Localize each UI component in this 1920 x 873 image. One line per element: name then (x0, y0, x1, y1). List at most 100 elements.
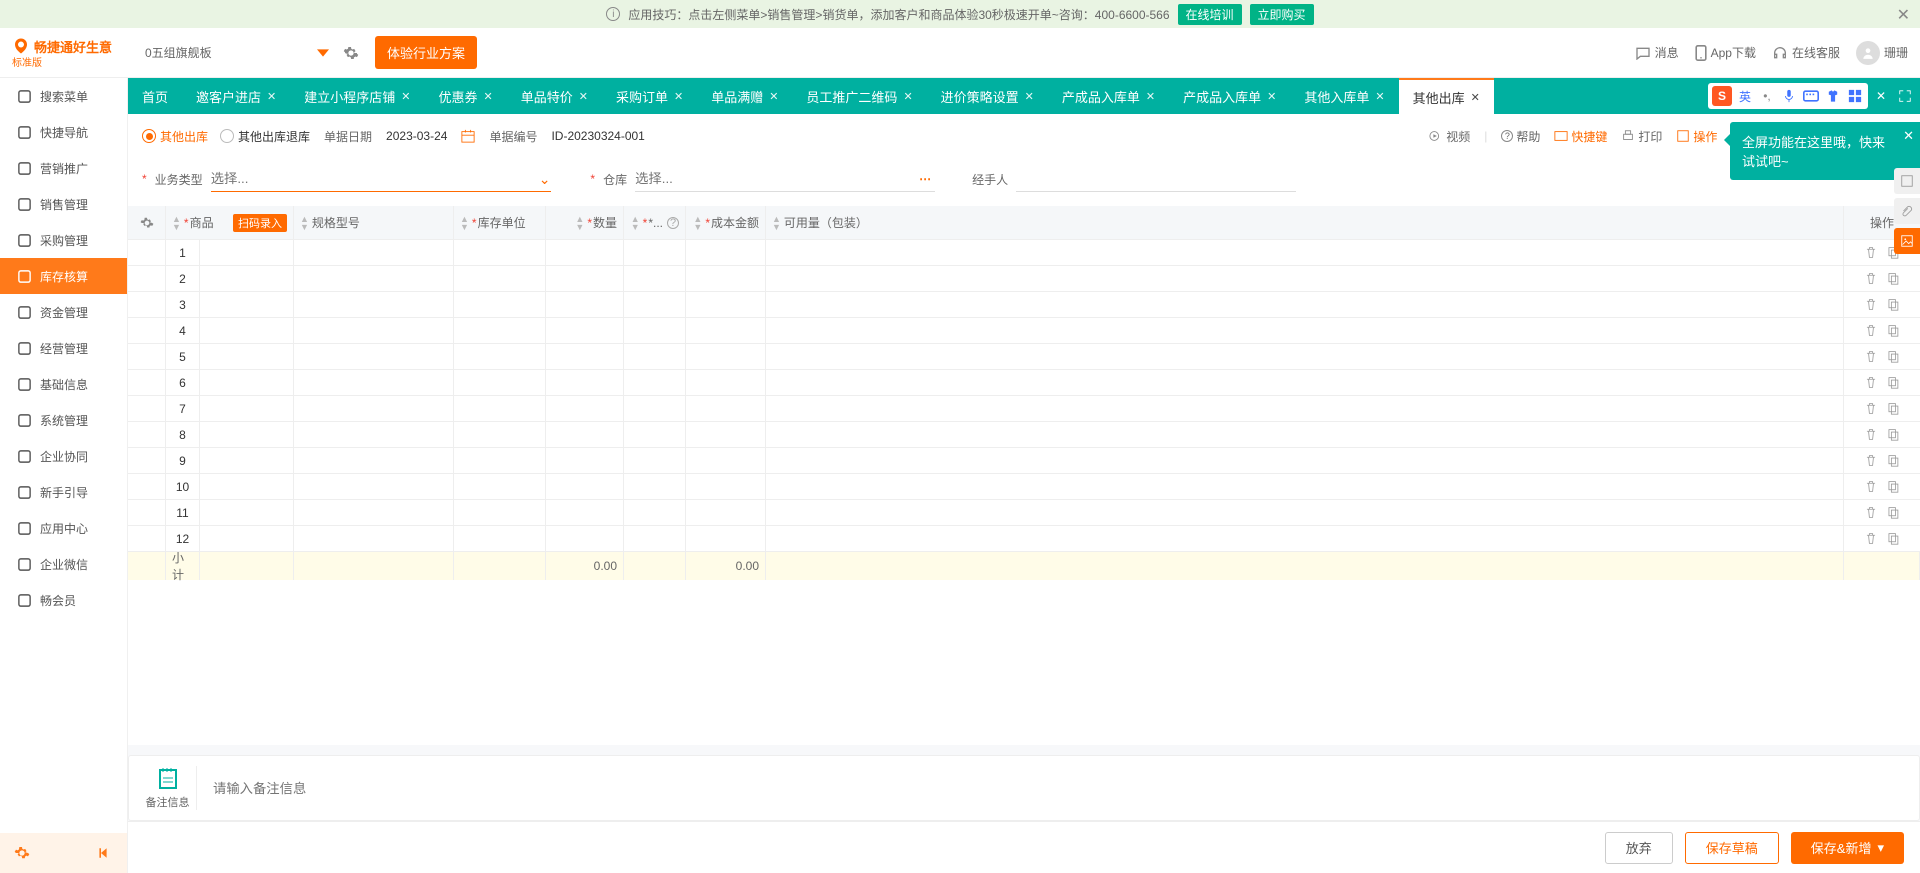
tab-3[interactable]: 优惠券✕ (424, 78, 506, 114)
copy-row-icon[interactable] (1887, 350, 1899, 363)
buy-now-button[interactable]: 立即购买 (1250, 4, 1314, 25)
delete-row-icon[interactable] (1865, 272, 1877, 285)
attach-tool-icon[interactable] (1894, 198, 1920, 224)
tab-9[interactable]: 产成品入库单✕ (1048, 78, 1169, 114)
close-tab-icon[interactable]: ✕ (1870, 85, 1892, 107)
org-selector[interactable]: 0五组旗舰板 (137, 38, 337, 68)
delete-row-icon[interactable] (1865, 246, 1877, 259)
skin-icon[interactable] (1824, 87, 1842, 105)
online-service-link[interactable]: 在线客服 (1772, 44, 1840, 61)
print-link[interactable]: 打印 (1621, 128, 1662, 145)
mic-icon[interactable] (1780, 87, 1798, 105)
copy-row-icon[interactable] (1887, 454, 1899, 467)
calendar-icon[interactable] (461, 129, 475, 143)
delete-row-icon[interactable] (1865, 402, 1877, 415)
help-link[interactable]: ?帮助 (1501, 128, 1540, 145)
tab-4[interactable]: 单品特价✕ (507, 78, 602, 114)
ops-link[interactable]: 操作 (1676, 128, 1717, 145)
delete-row-icon[interactable] (1865, 376, 1877, 389)
sidebar-item-3[interactable]: 销售管理 (0, 186, 127, 222)
copy-row-icon[interactable] (1887, 402, 1899, 415)
sidebar-item-11[interactable]: 新手引导 (0, 474, 127, 510)
save-draft-button[interactable]: 保存草稿 (1685, 832, 1779, 864)
save-new-button[interactable]: 保存&新增▾ (1791, 832, 1904, 864)
radio-other-out[interactable]: 其他出库 (142, 128, 208, 145)
col-spec[interactable]: ▲▼规格型号 (294, 206, 454, 239)
copy-row-icon[interactable] (1887, 506, 1899, 519)
table-row[interactable]: 7 (128, 396, 1920, 422)
copy-row-icon[interactable] (1887, 532, 1899, 545)
copy-row-icon[interactable] (1887, 428, 1899, 441)
remark-input[interactable] (207, 766, 1909, 810)
close-icon[interactable]: ✕ (267, 90, 276, 103)
delete-row-icon[interactable] (1865, 454, 1877, 467)
ime-mode[interactable]: 英 (1736, 87, 1754, 105)
org-settings-button[interactable] (337, 39, 365, 67)
table-row[interactable]: 4 (128, 318, 1920, 344)
sidebar-item-2[interactable]: 营销推广 (0, 150, 127, 186)
sidebar-item-5[interactable]: 库存核算 (0, 258, 127, 294)
table-row[interactable]: 3 (128, 292, 1920, 318)
close-icon[interactable]: ✕ (1375, 90, 1384, 103)
collapse-icon[interactable] (97, 846, 113, 860)
radio-other-out-return[interactable]: 其他出库退库 (220, 128, 310, 145)
copy-row-icon[interactable] (1887, 324, 1899, 337)
close-hint-icon[interactable]: ✕ (1903, 128, 1914, 144)
online-training-button[interactable]: 在线培训 (1178, 4, 1242, 25)
handler-input[interactable] (1016, 166, 1296, 192)
hotkey-link[interactable]: 快捷键 (1554, 128, 1607, 145)
close-icon[interactable]: ✕ (401, 90, 410, 103)
delete-row-icon[interactable] (1865, 428, 1877, 441)
delete-row-icon[interactable] (1865, 298, 1877, 311)
user-menu[interactable]: 珊珊 (1856, 41, 1908, 65)
table-row[interactable]: 8 (128, 422, 1920, 448)
sidebar-item-4[interactable]: 采购管理 (0, 222, 127, 258)
tab-7[interactable]: 员工推广二维码✕ (792, 78, 926, 114)
table-row[interactable]: 9 (128, 448, 1920, 474)
close-icon[interactable]: ✕ (1471, 91, 1480, 104)
sidebar-item-13[interactable]: 企业微信 (0, 546, 127, 582)
tab-6[interactable]: 单品满赠✕ (697, 78, 792, 114)
col-cost[interactable]: ▲▼*成本金额 (686, 206, 766, 239)
ime-punct-icon[interactable]: •, (1758, 87, 1776, 105)
image-tool-icon[interactable] (1894, 228, 1920, 254)
table-row[interactable]: 1 (128, 240, 1920, 266)
chevron-down-icon[interactable]: ⌄ (539, 171, 551, 188)
discard-button[interactable]: 放弃 (1605, 832, 1673, 864)
sidebar-item-1[interactable]: 快捷导航 (0, 114, 127, 150)
fullscreen-icon[interactable] (1894, 85, 1916, 107)
col-price[interactable]: ▲▼**...? (624, 206, 686, 239)
tab-12[interactable]: 其他出库✕ (1399, 78, 1494, 114)
delete-row-icon[interactable] (1865, 532, 1877, 545)
tab-11[interactable]: 其他入库单✕ (1290, 78, 1398, 114)
col-qty[interactable]: ▲▼*数量 (546, 206, 624, 239)
close-icon[interactable]: ✕ (1267, 90, 1276, 103)
scan-badge[interactable]: 扫码录入 (233, 214, 287, 232)
note-tool-icon[interactable] (1894, 168, 1920, 194)
copy-row-icon[interactable] (1887, 480, 1899, 493)
close-icon[interactable]: ✕ (579, 90, 588, 103)
try-solution-button[interactable]: 体验行业方案 (375, 36, 477, 69)
delete-row-icon[interactable] (1865, 480, 1877, 493)
delete-row-icon[interactable] (1865, 350, 1877, 363)
sidebar-item-9[interactable]: 系统管理 (0, 402, 127, 438)
table-row[interactable]: 5 (128, 344, 1920, 370)
close-icon[interactable]: ✕ (769, 90, 778, 103)
table-row[interactable]: 10 (128, 474, 1920, 500)
tab-1[interactable]: 邀客户进店✕ (182, 78, 290, 114)
sidebar-item-14[interactable]: 畅会员 (0, 582, 127, 618)
close-icon[interactable]: ✕ (674, 90, 683, 103)
sidebar-item-6[interactable]: 资金管理 (0, 294, 127, 330)
video-link[interactable]: 视频 (1429, 128, 1470, 145)
tab-5[interactable]: 采购订单✕ (602, 78, 697, 114)
close-icon[interactable]: ✕ (484, 90, 493, 103)
col-settings[interactable] (128, 206, 166, 239)
settings-icon[interactable] (14, 845, 30, 861)
delete-row-icon[interactable] (1865, 324, 1877, 337)
close-icon[interactable]: ✕ (1025, 90, 1034, 103)
warehouse-input[interactable] (635, 166, 935, 192)
close-icon[interactable]: ✕ (903, 90, 912, 103)
sidebar-item-10[interactable]: 企业协同 (0, 438, 127, 474)
sidebar-item-8[interactable]: 基础信息 (0, 366, 127, 402)
tab-2[interactable]: 建立小程序店铺✕ (290, 78, 424, 114)
